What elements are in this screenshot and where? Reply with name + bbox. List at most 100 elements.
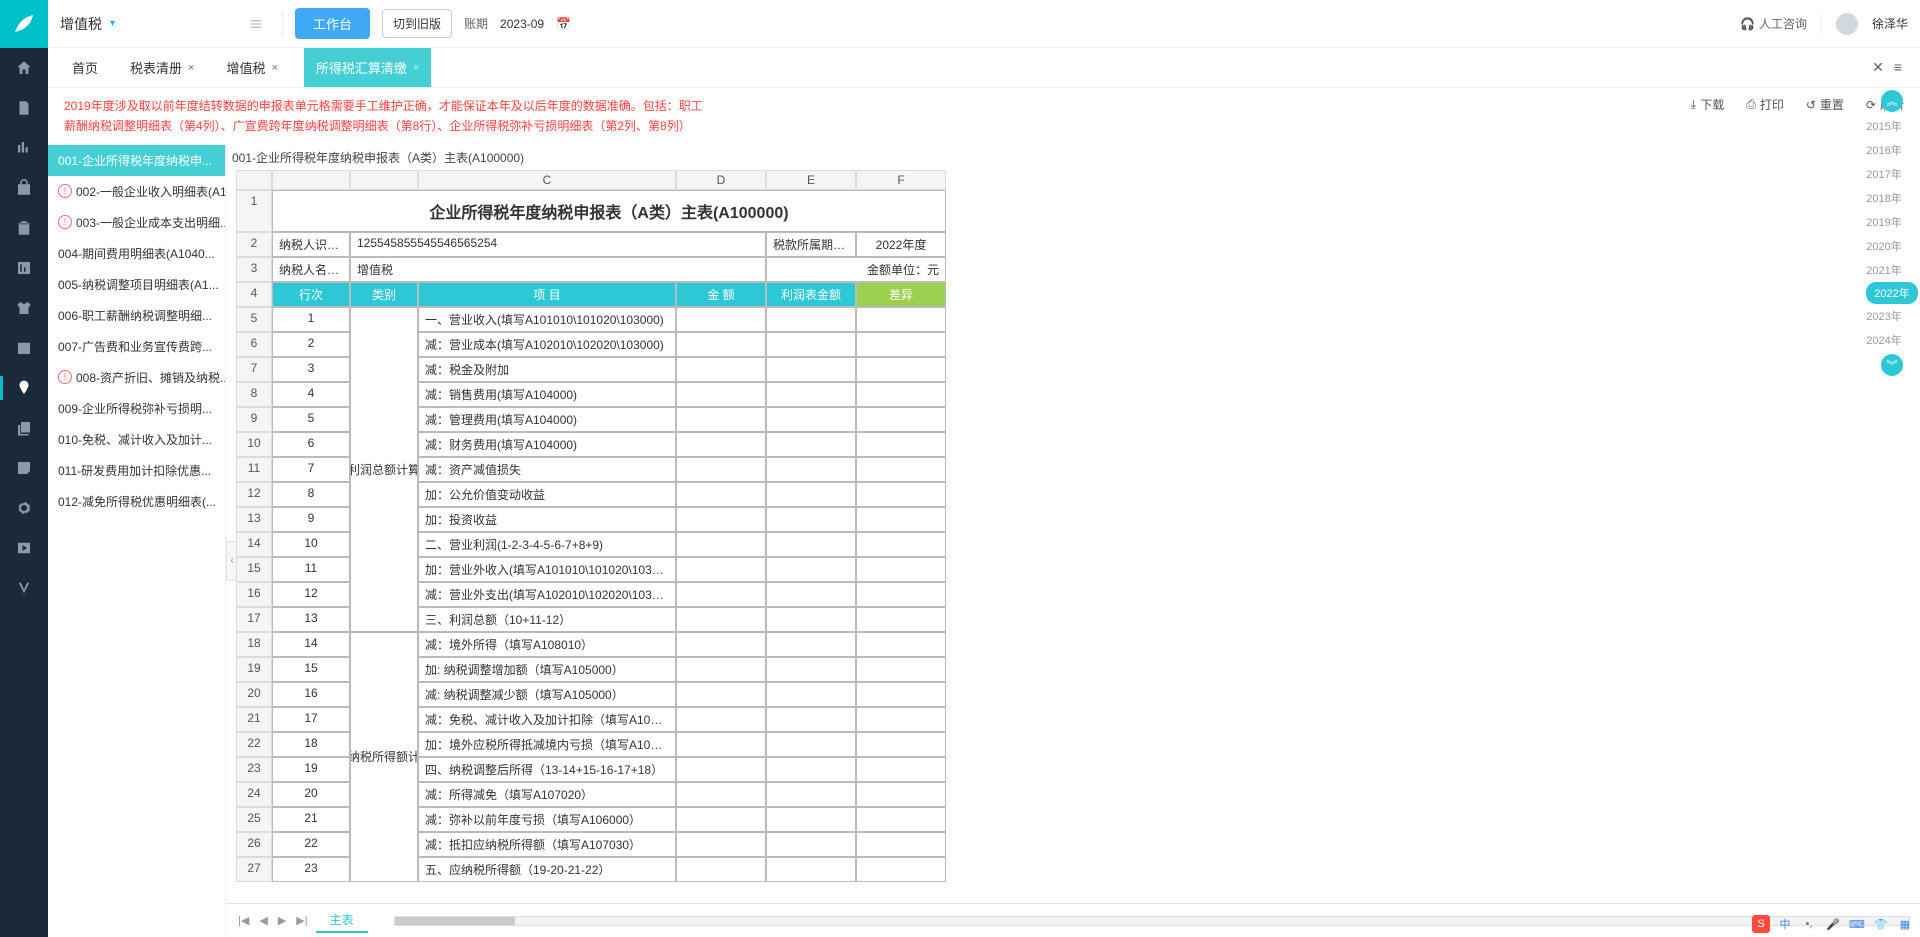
cell[interactable] — [766, 707, 856, 732]
tab-税表清册[interactable]: 税表清册× — [124, 48, 200, 87]
cell[interactable] — [766, 332, 856, 357]
cell[interactable]: 15 — [272, 657, 350, 682]
cell[interactable] — [856, 357, 946, 382]
cell[interactable] — [676, 657, 766, 682]
cell[interactable]: 减：营业外支出(填写A102010\102020\103000) — [418, 582, 676, 607]
cell[interactable] — [676, 532, 766, 557]
cell[interactable] — [676, 582, 766, 607]
year-pill[interactable]: 2022年 — [1866, 282, 1917, 304]
cell[interactable] — [676, 557, 766, 582]
cell[interactable]: 纳税人名称： — [272, 257, 350, 282]
cell[interactable] — [856, 707, 946, 732]
year-pill[interactable]: 2020年 — [1866, 234, 1917, 258]
sheet-nav-last[interactable]: ▶| — [294, 914, 309, 927]
row-number[interactable]: 18 — [236, 632, 272, 657]
cell[interactable] — [676, 407, 766, 432]
print-button[interactable]: ⎙打印 — [1746, 96, 1784, 113]
cell[interactable] — [766, 807, 856, 832]
cell[interactable] — [766, 357, 856, 382]
tab-所得税汇算清缴[interactable]: 所得税汇算清缴× — [304, 48, 431, 87]
nav-video-icon[interactable] — [0, 528, 48, 568]
cell[interactable]: 8 — [272, 482, 350, 507]
reset-button[interactable]: ↺重置 — [1806, 96, 1844, 113]
cell[interactable]: 利润总额计算 — [350, 307, 418, 632]
cell[interactable]: 减：资产减值损失 — [418, 457, 676, 482]
cell[interactable] — [766, 682, 856, 707]
cell[interactable]: 10 — [272, 532, 350, 557]
cell[interactable]: 加：境外应税所得抵减境内亏损（填写A108000） — [418, 732, 676, 757]
ime-lang-icon[interactable]: 中 — [1776, 915, 1794, 933]
cell[interactable] — [676, 607, 766, 632]
list-icon-button[interactable] — [242, 10, 270, 38]
nav-doc-icon[interactable] — [0, 88, 48, 128]
horizontal-scrollbar[interactable] — [394, 916, 1910, 926]
row-number[interactable]: 26 — [236, 832, 272, 857]
cell[interactable] — [856, 757, 946, 782]
row-number[interactable]: 2 — [236, 232, 272, 257]
cell[interactable]: 6 — [272, 432, 350, 457]
row-number[interactable]: 13 — [236, 507, 272, 532]
ime-punct-icon[interactable]: •, — [1800, 915, 1818, 933]
cell[interactable] — [766, 757, 856, 782]
form-item[interactable]: 005-纳税调整项目明细表(A1... — [48, 269, 225, 300]
sheet-tab-main[interactable]: 主表 — [316, 908, 368, 933]
cell[interactable]: 减：弥补以前年度亏损（填写A106000） — [418, 807, 676, 832]
cell[interactable] — [676, 782, 766, 807]
cell[interactable]: 纳税人识别号： — [272, 232, 350, 257]
cell[interactable] — [856, 582, 946, 607]
cell[interactable]: 22 — [272, 832, 350, 857]
cell[interactable]: 应纳税所得额计算 — [350, 632, 418, 882]
cell[interactable]: 金额单位：元 — [766, 257, 946, 282]
ime-grid-icon[interactable]: ▦ — [1896, 915, 1914, 933]
cell[interactable] — [856, 432, 946, 457]
cell[interactable]: 类别 — [350, 282, 418, 307]
tab-首页[interactable]: 首页 — [66, 48, 104, 87]
row-number[interactable]: 17 — [236, 607, 272, 632]
cell[interactable] — [676, 457, 766, 482]
nav-chart-icon[interactable] — [0, 128, 48, 168]
cell[interactable]: 减：销售费用(填写A104000) — [418, 382, 676, 407]
cell[interactable]: 19 — [272, 757, 350, 782]
cell[interactable] — [766, 532, 856, 557]
cell[interactable]: 20 — [272, 782, 350, 807]
cell[interactable] — [676, 632, 766, 657]
nav-v-icon[interactable] — [0, 568, 48, 608]
col-letter[interactable] — [236, 170, 272, 190]
switch-old-button[interactable]: 切到旧版 — [382, 9, 452, 38]
scroll-down-icon[interactable]: ︾ — [1881, 354, 1903, 376]
company-dropdown[interactable]: 增值税 ▾ — [60, 14, 230, 34]
year-pill[interactable]: 2019年 — [1866, 210, 1917, 234]
cell[interactable] — [856, 332, 946, 357]
row-number[interactable]: 21 — [236, 707, 272, 732]
cell[interactable]: 5 — [272, 407, 350, 432]
nav-bag-icon[interactable] — [0, 168, 48, 208]
tab-增值税[interactable]: 增值税× — [220, 48, 283, 87]
col-letter[interactable]: C — [418, 170, 676, 190]
year-pill[interactable]: 2023年 — [1866, 304, 1917, 328]
nav-calendar-icon[interactable] — [0, 328, 48, 368]
sheet-nav-first[interactable]: |◀ — [236, 914, 251, 927]
year-pill[interactable]: 2015年 — [1866, 114, 1917, 138]
row-number[interactable]: 16 — [236, 582, 272, 607]
row-number[interactable]: 8 — [236, 382, 272, 407]
cell[interactable] — [766, 432, 856, 457]
year-pill[interactable]: 2021年 — [1866, 258, 1917, 282]
cell[interactable]: 减：境外所得（填写A108010） — [418, 632, 676, 657]
row-number[interactable]: 15 — [236, 557, 272, 582]
cell[interactable] — [856, 382, 946, 407]
cell[interactable] — [856, 407, 946, 432]
row-number[interactable]: 4 — [236, 282, 272, 307]
cell[interactable] — [856, 832, 946, 857]
cell[interactable] — [856, 557, 946, 582]
cell[interactable]: 21 — [272, 807, 350, 832]
cell[interactable]: 11 — [272, 557, 350, 582]
ime-brand-icon[interactable]: S — [1752, 915, 1770, 933]
cell[interactable]: 减：免税、减计收入及加计扣除（填写A107010） — [418, 707, 676, 732]
cell[interactable] — [676, 482, 766, 507]
consult-link[interactable]: 🎧 人工咨询 — [1740, 15, 1807, 32]
cell[interactable]: 利润表金额 — [766, 282, 856, 307]
cell[interactable] — [766, 632, 856, 657]
cell[interactable] — [856, 507, 946, 532]
cell[interactable] — [676, 807, 766, 832]
cell[interactable]: 12 — [272, 582, 350, 607]
